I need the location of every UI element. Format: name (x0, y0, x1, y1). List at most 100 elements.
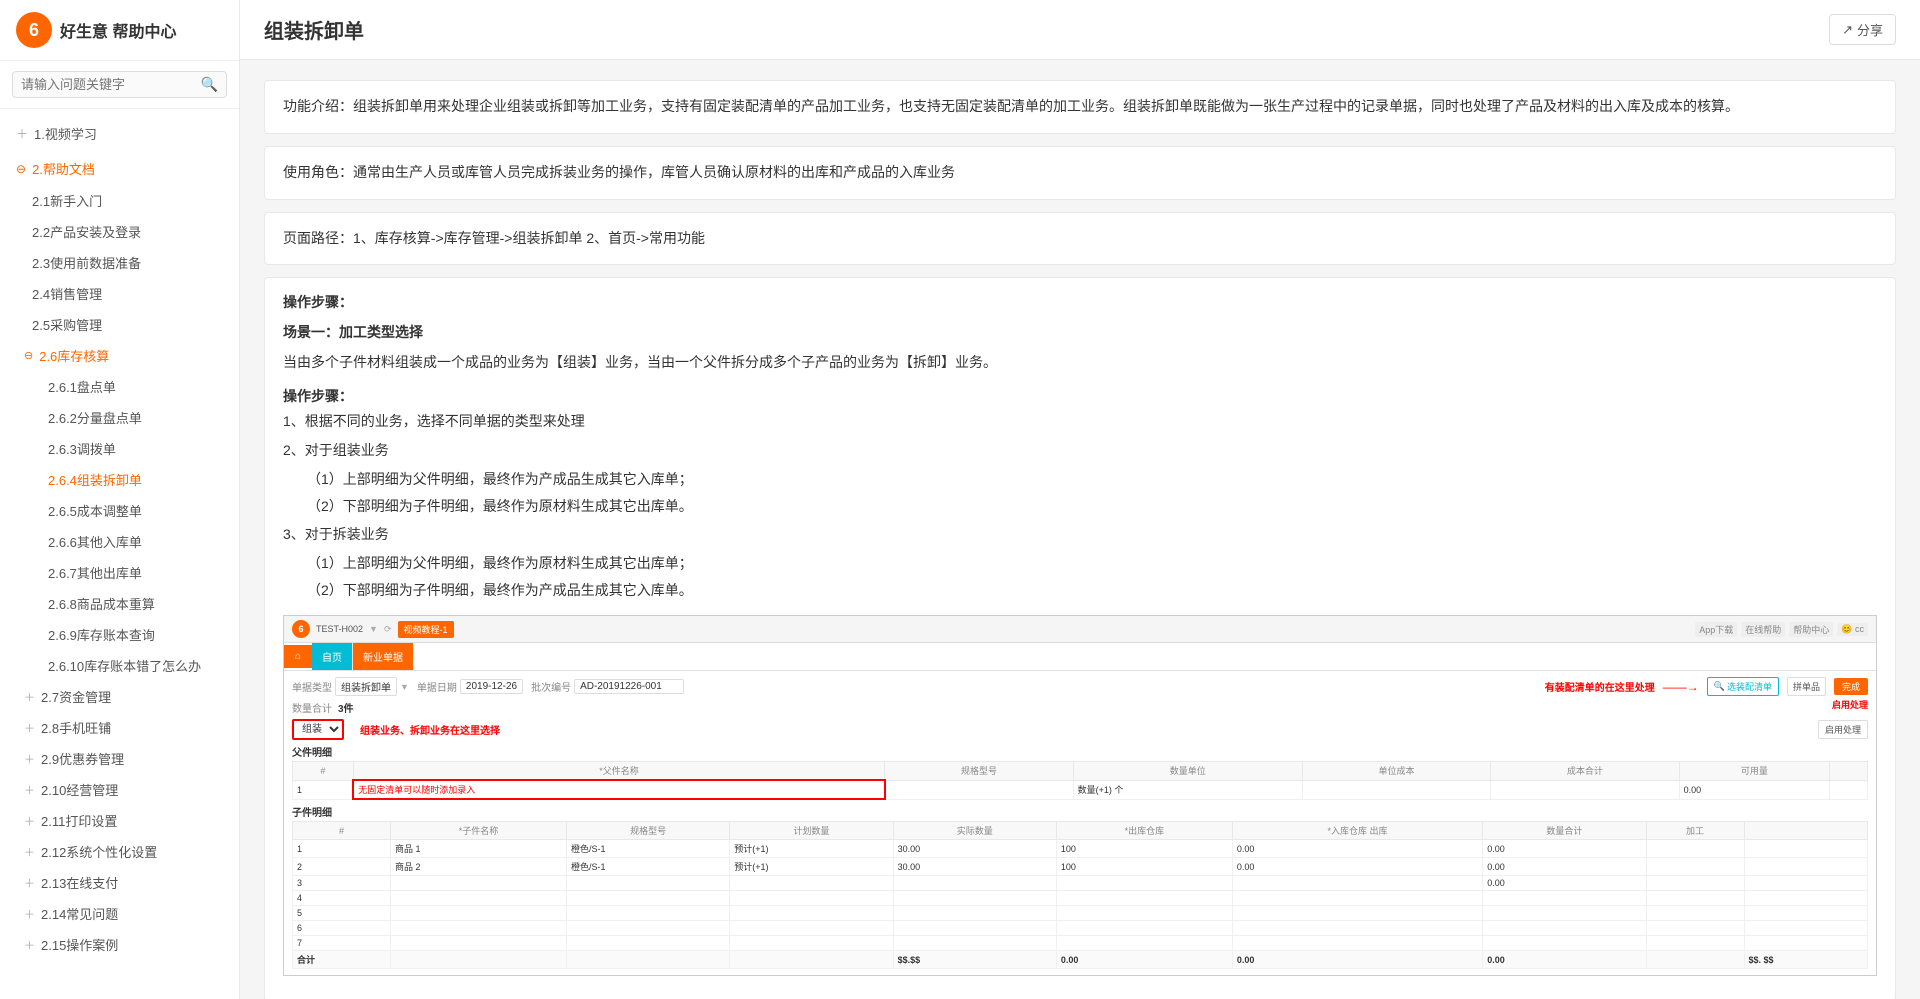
ss-batch-field: 批次编号 AD-20191226-001 (531, 679, 684, 694)
expand-icon-2-7: ＋ (24, 689, 35, 705)
sidebar-item-cases[interactable]: ＋ 2.15操作案例 (0, 929, 239, 960)
expand-icon-2-9: ＋ (24, 751, 35, 767)
search-area: 🔍 (0, 61, 239, 109)
sidebar-item-purchase[interactable]: 2.5采购管理 (0, 309, 239, 340)
sidebar-item-finance[interactable]: ＋ 2.7资金管理 (0, 681, 239, 712)
annotation-arrow-right: ——→ (1663, 680, 1699, 694)
expand-icon-2-8: ＋ (24, 720, 35, 736)
ss-batch-label: 批次编号 (531, 679, 571, 694)
sidebar-item-partial-stocktake[interactable]: 2.6.2分量盘点单 (16, 402, 239, 433)
sidebar-item-inventory[interactable]: ⊖ 2.6库存核算 (0, 340, 239, 371)
sidebar-item-cost-recalc[interactable]: 2.6.8商品成本重算 (16, 588, 239, 619)
sidebar-item-payment[interactable]: ＋ 2.13在线支付 (0, 867, 239, 898)
screenshot-topbar: 6 TEST-H002 ▼ ⟳ 视频教程-1 App下载 在线帮助 帮助中心 😊… (284, 616, 1876, 643)
sidebar-item-assembly[interactable]: 2.6.4组装拆卸单 (16, 464, 239, 495)
scene1-title: 场景一：加工类型选择 (283, 322, 1877, 342)
ss-nav-tab-new[interactable]: 新业单据 (353, 643, 414, 670)
share-button[interactable]: ↗ 分享 (1829, 14, 1896, 45)
ss-nav-hint: 视频教程-1 (398, 621, 454, 638)
search-input[interactable] (21, 77, 201, 92)
ss-top-left: 6 TEST-H002 ▼ ⟳ 视频教程-1 (292, 620, 454, 638)
screenshot-container: 6 TEST-H002 ▼ ⟳ 视频教程-1 App下载 在线帮助 帮助中心 😊… (283, 615, 1877, 976)
ss-col-unit-cost: 单位成本 (1302, 762, 1490, 781)
sidebar-item-stocktake[interactable]: 2.6.1盘点单 (16, 371, 239, 402)
sidebar-item-stock-ledger[interactable]: 2.6.9库存账本查询 (16, 619, 239, 650)
expand-icon-2-13: ＋ (24, 875, 35, 891)
nav-section-1: ＋ 1.视频学习 (0, 117, 239, 150)
ss-doctype-arrow: ▼ (400, 682, 409, 692)
ss-center-icon: 帮助中心 (1789, 622, 1833, 637)
expand-icon-2-14: ＋ (24, 906, 35, 922)
table-row: 2 商品 2 橙色/S-1 预计(+1) 30.00 100 0.00 0.00 (293, 858, 1868, 876)
ss-top-right: App下载 在线帮助 帮助中心 😊 cc (1695, 622, 1868, 637)
ss-col-ops (1830, 762, 1868, 781)
ss-child-section-label: 子件明细 (292, 804, 1868, 819)
annotation-inline-edit: 无固定清单可以随时添加录入 (358, 785, 475, 795)
sidebar-item-faq[interactable]: ＋ 2.14常见问题 (0, 898, 239, 929)
ss-form-row1: 单据类型 组装拆卸单 ▼ 单据日期 2019-12-26 批次编号 AD-201… (292, 677, 1868, 696)
ss-doctype-value: 组装拆卸单 (335, 677, 397, 696)
sidebar-item-newbie[interactable]: 2.1新手入门 (0, 185, 239, 216)
ss-col-name: *父件名称 (353, 762, 885, 781)
sidebar-item-other-in[interactable]: 2.6.6其他入库单 (16, 526, 239, 557)
main-area: 组装拆卸单 ↗ 分享 功能介绍：组装拆卸单用来处理企业组装或拆卸等加工业务，支持… (240, 0, 1920, 999)
sidebar-item-install[interactable]: 2.2产品安装及登录 (0, 216, 239, 247)
main-header: 组装拆卸单 ↗ 分享 (240, 0, 1920, 60)
ss-table-footer: 合计 $$.$$ 0.00 0.00 0.00 $$. $$ (293, 951, 1868, 969)
ss-col-qty: 数量单位 (1073, 762, 1302, 781)
scene1-desc: 当由多个子件材料组装成一个成品的业务为【组装】业务，当由一个父件拆分成多个子产品… (283, 350, 1877, 375)
sidebar-item-coupon[interactable]: ＋ 2.9优惠券管理 (0, 743, 239, 774)
sidebar-item-cost-adjust[interactable]: 2.6.5成本调整单 (16, 495, 239, 526)
nav-section-2: ⊖ 2.帮助文档 2.1新手入门 2.2产品安装及登录 2.3使用前数据准备 2… (0, 152, 239, 960)
step2: 2、对于组装业务 (283, 438, 1877, 463)
ss-nav-tab-home[interactable]: 自页 (312, 643, 353, 670)
sidebar-item-ops-mgmt[interactable]: ＋ 2.10经营管理 (0, 774, 239, 805)
ss-col-seq: # (293, 762, 354, 781)
ss-search-icon: 🔍 (1714, 681, 1725, 692)
ss-dropdown-icon: ▼ (369, 624, 378, 634)
role-text: 使用角色：通常由生产人员或库管人员完成拆装业务的操作，库管人员确认原材料的出库和… (283, 164, 955, 180)
sidebar-item-dataprep[interactable]: 2.3使用前数据准备 (0, 247, 239, 278)
ss-parent-name-cell[interactable]: 无固定清单可以随时添加录入 (353, 780, 885, 799)
ss-col-total-cost: 成本合计 (1491, 762, 1679, 781)
ss-child-table: # *子件名称 规格型号 计划数量 实际数量 *出库仓库 *入库仓库 出库 数量… (292, 821, 1868, 969)
ss-confirm-btn[interactable]: 完成 (1834, 678, 1868, 695)
step1: 1、根据不同的业务，选择不同单据的类型来处理 (283, 409, 1877, 434)
expand-icon-2-6: ⊖ (24, 349, 33, 362)
annotation-process: 启用处理 (1832, 698, 1868, 711)
sidebar-item-stock-error[interactable]: 2.6.10库存账本错了怎么办 (16, 650, 239, 681)
share-icon: ↗ (1842, 22, 1853, 38)
table-row: 6 (293, 921, 1868, 936)
ss-refresh-icon: ⟳ (384, 624, 392, 635)
sidebar-item-video[interactable]: ＋ 1.视频学习 (0, 117, 239, 150)
role-section: 使用角色：通常由生产人员或库管人员完成拆装业务的操作，库管人员确认原材料的出库和… (264, 146, 1896, 200)
sidebar-item-transfer[interactable]: 2.6.3调拨单 (16, 433, 239, 464)
sidebar-item-personalization[interactable]: ＋ 2.12系统个性化设置 (0, 836, 239, 867)
ss-nav-home-icon: ⌂ (284, 645, 312, 668)
sidebar-item-sales[interactable]: 2.4销售管理 (0, 278, 239, 309)
ops-step-label: 操作步骤： (283, 384, 1877, 409)
ss-batch-value: AD-20191226-001 (574, 679, 684, 694)
sidebar-item-other-out[interactable]: 2.6.7其他出库单 (16, 557, 239, 588)
step2-sub2: （2）下部明细为子件明细，最终作为原材料生成其它出库单。 (283, 494, 1877, 519)
nav-sub-inventory: 2.6.1盘点单 2.6.2分量盘点单 2.6.3调拨单 2.6.4组装拆卸单 … (0, 371, 239, 681)
path-text: 页面路径：1、库存核算->库存管理->组装拆卸单 2、首页->常用功能 (283, 230, 705, 246)
annotation-type-select: 组装业务、拆卸业务在这里选择 (360, 722, 500, 737)
ss-count-label: 数量合计 (292, 700, 332, 715)
ss-date-field: 单据日期 2019-12-26 (417, 679, 523, 694)
sidebar: 6 好生意 帮助中心 🔍 ＋ 1.视频学习 ⊖ 2.帮助文档 2.1新手入门 2… (0, 0, 240, 999)
ss-col-spec: 规格型号 (885, 762, 1073, 781)
sidebar-item-print[interactable]: ＋ 2.11打印设置 (0, 805, 239, 836)
ss-app-t-icon: App下载 (1695, 622, 1737, 637)
ss-select-bom-btn[interactable]: 🔍 选装配清单 (1707, 677, 1779, 696)
sidebar-item-mobile[interactable]: ＋ 2.8手机旺铺 (0, 712, 239, 743)
sidebar-item-docs[interactable]: ⊖ 2.帮助文档 (0, 152, 239, 185)
ss-type-select[interactable]: 组装 拆卸 (292, 719, 344, 740)
search-wrap[interactable]: 🔍 (12, 71, 227, 98)
page-title: 组装拆卸单 (264, 15, 364, 44)
ss-section-header-row: 组装 拆卸 组装业务、拆卸业务在这里选择 启用处理 启用处理 (292, 719, 1868, 740)
search-icon: 🔍 (201, 76, 218, 93)
expand-icon-1: ＋ (16, 125, 28, 142)
ss-help-icon: 在线帮助 (1741, 622, 1785, 637)
ss-process-btn[interactable]: 启用处理 (1818, 720, 1868, 739)
